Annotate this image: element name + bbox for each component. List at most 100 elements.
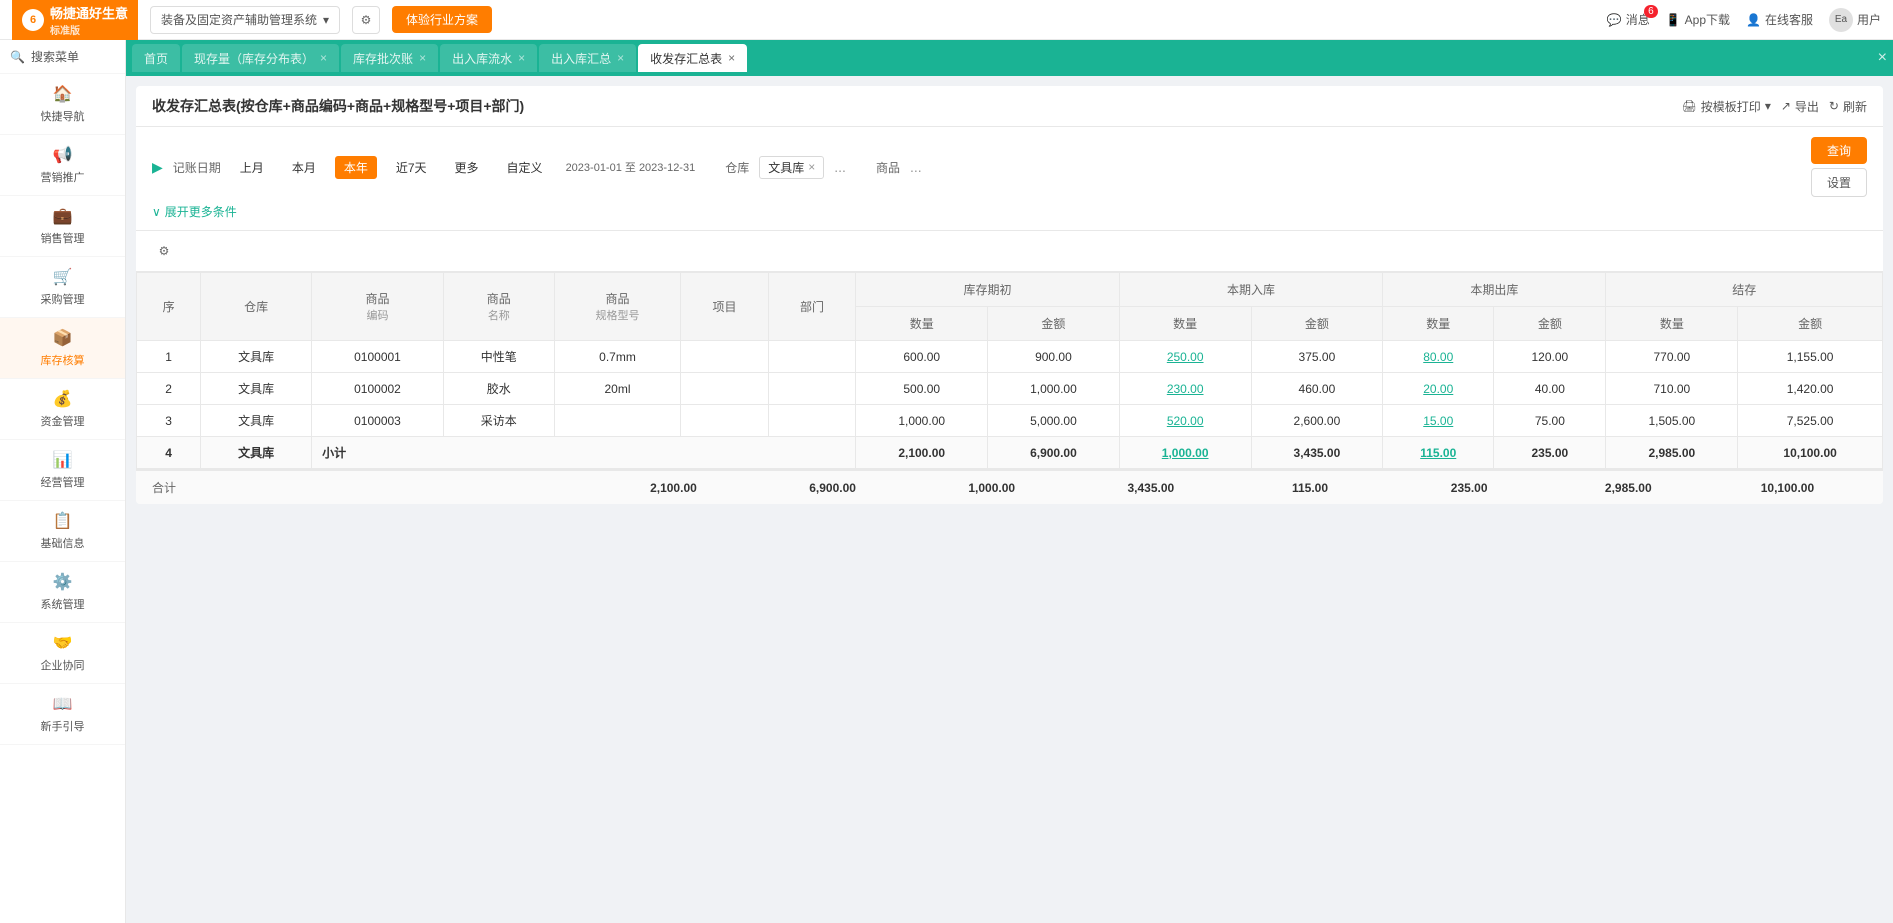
expand-label: 展开更多条件	[165, 203, 237, 220]
cell-dept	[768, 341, 856, 373]
warehouse-tag-text: 文具库	[768, 159, 804, 176]
tab-stock-dist-close[interactable]: ×	[320, 51, 327, 65]
th-in-amt: 金额	[1251, 307, 1383, 341]
footer-in-amt: 3,435.00	[1071, 481, 1230, 495]
sidebar-item-label: 资金管理	[41, 413, 85, 429]
th-out-amt: 金额	[1494, 307, 1606, 341]
settings-btn-small[interactable]: 设置	[1811, 168, 1867, 197]
experience-btn[interactable]: 体验行业方案	[392, 6, 492, 33]
filter-date-last-month[interactable]: 上月	[231, 156, 273, 179]
print-icon: 🖨	[1682, 99, 1697, 113]
print-btn[interactable]: 🖨 按模板打印 ▾	[1682, 98, 1771, 115]
sidebar-item-purchase[interactable]: 🛒 采购管理	[0, 257, 125, 318]
cell-in-qty[interactable]: 250.00	[1119, 341, 1251, 373]
sidebar-item-basic[interactable]: 📋 基础信息	[0, 501, 125, 562]
cell-out-amt: 75.00	[1494, 405, 1606, 437]
tabs-close-all[interactable]: ×	[1878, 49, 1887, 67]
filter-date-this-year[interactable]: 本年	[335, 156, 377, 179]
tab-inout-flow[interactable]: 出入库流水 ×	[440, 44, 537, 72]
inventory-icon: 📦	[53, 328, 73, 348]
sidebar-search[interactable]: 🔍 搜索菜单	[0, 40, 125, 74]
th-dept: 部门	[768, 273, 856, 341]
sidebar-item-guide[interactable]: 📖 新手引导	[0, 684, 125, 745]
page-title: 收发存汇总表(按仓库+商品编码+商品+规格型号+项目+部门)	[152, 96, 524, 116]
tab-inout-summary[interactable]: 出入库汇总 ×	[539, 44, 636, 72]
cell-code: 0100002	[312, 373, 444, 405]
sidebar-item-operations[interactable]: 📊 经营管理	[0, 440, 125, 501]
sub-open-qty: 2,100.00	[856, 437, 988, 469]
tab-inout-summary-close[interactable]: ×	[617, 51, 624, 65]
tab-batch-close[interactable]: ×	[419, 51, 426, 65]
table-row: 2 文具库 0100002 胶水 20ml 500.00 1,000.00 23…	[137, 373, 1883, 405]
system-selector[interactable]: 装备及固定资产辅助管理系统 ▾	[150, 6, 340, 34]
export-icon: ↗	[1781, 99, 1791, 113]
footer-out-amt: 235.00	[1390, 481, 1549, 495]
query-btn[interactable]: 查询	[1811, 137, 1867, 164]
th-project: 项目	[681, 273, 769, 341]
sub-open-amt: 6,900.00	[988, 437, 1120, 469]
cell-out-qty[interactable]: 15.00	[1383, 405, 1494, 437]
tab-recv-send-close[interactable]: ×	[728, 51, 735, 65]
cell-project	[681, 341, 769, 373]
table-settings-btn[interactable]: ⚙	[152, 239, 176, 263]
sub-out-qty[interactable]: 115.00	[1383, 437, 1494, 469]
sub-warehouse: 文具库	[201, 437, 312, 469]
online-service-btn[interactable]: 👤 在线客服	[1746, 11, 1813, 28]
export-btn[interactable]: ↗ 导出	[1781, 98, 1819, 115]
filter-expand-icon[interactable]: ▶	[152, 159, 163, 176]
sidebar-item-label: 销售管理	[41, 230, 85, 246]
sub-out-amt: 235.00	[1494, 437, 1606, 469]
print-dropdown-icon: ▾	[1765, 99, 1771, 113]
operations-icon: 📊	[53, 450, 73, 470]
cell-in-qty[interactable]: 520.00	[1119, 405, 1251, 437]
filter-date-more[interactable]: 更多	[446, 156, 488, 179]
message-badge: 6	[1644, 5, 1658, 18]
sidebar-item-label: 库存核算	[41, 352, 85, 368]
goods-dots[interactable]: ...	[910, 159, 922, 175]
sidebar-item-system[interactable]: ⚙️ 系统管理	[0, 562, 125, 623]
user-btn[interactable]: Ea 用户	[1829, 8, 1881, 32]
cell-out-qty[interactable]: 80.00	[1383, 341, 1494, 373]
warehouse-tag-close[interactable]: ×	[808, 160, 815, 174]
sub-no: 4	[137, 437, 201, 469]
filter-date-7days[interactable]: 近7天	[387, 156, 436, 179]
settings-icon[interactable]: ⚙	[352, 6, 380, 34]
expand-conditions-btn[interactable]: ∨ 展开更多条件	[152, 203, 1867, 220]
th-out-group: 本期出库	[1383, 273, 1606, 307]
page-header: 收发存汇总表(按仓库+商品编码+商品+规格型号+项目+部门) 🖨 按模板打印 ▾…	[136, 86, 1883, 127]
app-download-btn[interactable]: 📱 App下载	[1666, 11, 1730, 28]
th-out-qty: 数量	[1383, 307, 1494, 341]
th-in-group: 本期入库	[1119, 273, 1382, 307]
tab-stock-dist[interactable]: 现存量（库存分布表） ×	[182, 44, 339, 72]
sidebar-item-quick[interactable]: 🏠 快捷导航	[0, 74, 125, 135]
refresh-btn[interactable]: ↻ 刷新	[1829, 98, 1867, 115]
message-btn[interactable]: 💬 消息 6	[1607, 11, 1650, 28]
tab-home[interactable]: 首页	[132, 44, 180, 72]
sidebar-item-collab[interactable]: 🤝 企业协同	[0, 623, 125, 684]
cell-out-qty[interactable]: 20.00	[1383, 373, 1494, 405]
tab-batch[interactable]: 库存批次账 ×	[341, 44, 438, 72]
tab-batch-label: 库存批次账	[353, 50, 413, 67]
filter-date-this-month[interactable]: 本月	[283, 156, 325, 179]
tab-recv-send[interactable]: 收发存汇总表 ×	[638, 44, 747, 72]
table-toolbar: ⚙	[136, 231, 1883, 272]
warehouse-dots[interactable]: ...	[834, 159, 846, 175]
settings-cog-icon: ⚙	[159, 244, 170, 258]
filter-date-custom[interactable]: 自定义	[498, 156, 552, 179]
top-bar-right: 💬 消息 6 📱 App下载 👤 在线客服 Ea 用户	[1607, 8, 1881, 32]
footer-close-qty: 2,985.00	[1549, 481, 1708, 495]
cell-name: 中性笔	[443, 341, 554, 373]
sidebar-item-inventory[interactable]: 📦 库存核算	[0, 318, 125, 379]
sub-in-qty[interactable]: 1,000.00	[1119, 437, 1251, 469]
th-goods-name: 商品名称	[443, 273, 554, 341]
sidebar-item-marketing[interactable]: 📢 营销推广	[0, 135, 125, 196]
warehouse-tag[interactable]: 文具库 ×	[759, 156, 824, 179]
cell-in-qty[interactable]: 230.00	[1119, 373, 1251, 405]
tab-home-label: 首页	[144, 50, 168, 67]
main-content: 首页 现存量（库存分布表） × 库存批次账 × 出入库流水 × 出入库汇总 × …	[126, 40, 1893, 923]
service-icon: 👤	[1746, 13, 1761, 27]
sidebar-item-finance[interactable]: 💰 资金管理	[0, 379, 125, 440]
logo-icon: 6	[22, 9, 44, 31]
sidebar-item-sales[interactable]: 💼 销售管理	[0, 196, 125, 257]
tab-inout-flow-close[interactable]: ×	[518, 51, 525, 65]
